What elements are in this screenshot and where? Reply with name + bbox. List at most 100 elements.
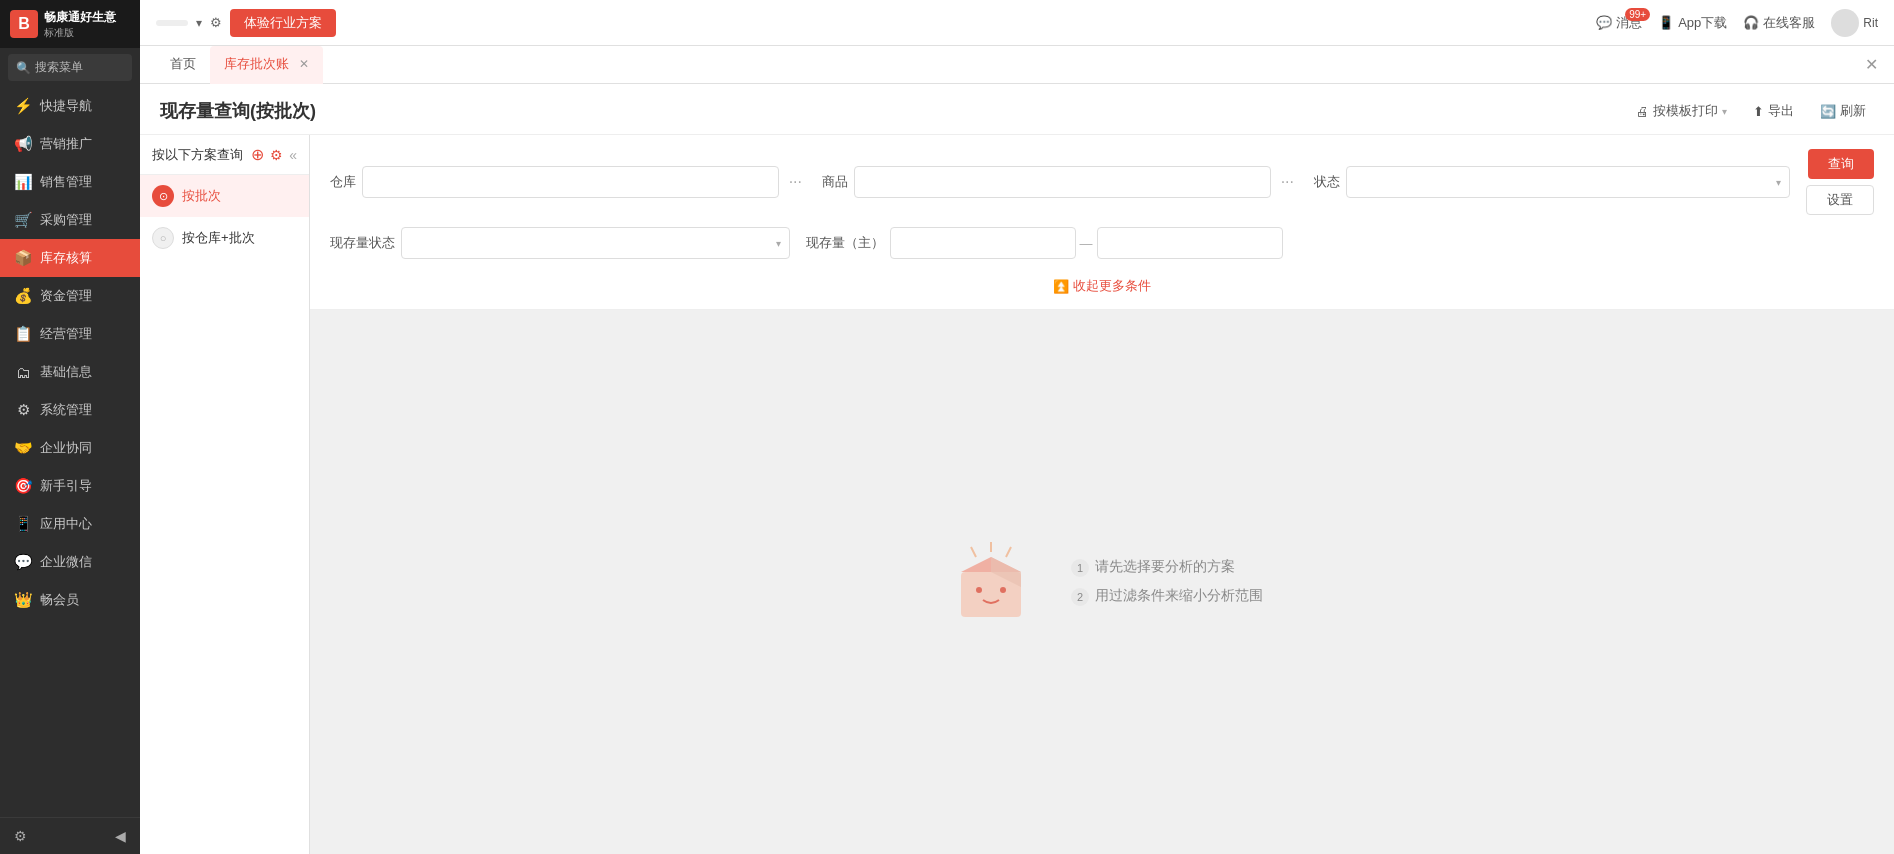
sidebar-item-finance[interactable]: 💰 资金管理 [0,277,140,315]
online-service-label: 在线客服 [1763,14,1815,32]
svg-line-7 [1006,547,1011,557]
warehouse-input[interactable] [362,166,779,198]
quantity-dash: — [1080,236,1093,251]
content-area: 按以下方案查询 ⊕ ⚙ « ⊙ 按批次 ○ 按仓库+批次 [140,135,1894,854]
tab-close-button[interactable]: ✕ [299,57,309,71]
sidebar-item-label: 企业微信 [40,553,92,571]
topbar-right: 💬 消息 99+ 📱 App下载 🎧 在线客服 Rit [1596,9,1878,37]
sidebar-item-newbie[interactable]: 🎯 新手引导 [0,467,140,505]
user-menu-button[interactable]: Rit [1831,9,1878,37]
tab-inventory-batch[interactable]: 库存批次账 ✕ [210,46,323,84]
sidebar-item-enterprise[interactable]: 🤝 企业协同 [0,429,140,467]
hint-text-2: 用过滤条件来缩小分析范围 [1095,587,1263,605]
sidebar-item-label: 资金管理 [40,287,92,305]
sidebar-item-label: 销售管理 [40,173,92,191]
app-download-icon: 📱 [1658,15,1674,30]
app-download-button[interactable]: 📱 App下载 [1658,14,1727,32]
print-icon: 🖨 [1636,104,1649,119]
avatar [1831,9,1859,37]
warehouse-filter: 仓库 ··· [330,166,806,198]
topbar-gear-button[interactable]: ⚙ [210,15,222,30]
sidebar-item-basic[interactable]: 🗂 基础信息 [0,353,140,391]
sidebar-item-system[interactable]: ⚙ 系统管理 [0,391,140,429]
collapse-filters-button[interactable]: ⏫ 收起更多条件 [330,271,1874,295]
topbar-dropdown-button[interactable]: ▾ [196,16,202,30]
sidebar-search[interactable]: 🔍 搜索菜单 [8,54,132,81]
topbar-left: ▾ ⚙ 体验行业方案 [156,9,1586,37]
tab-home[interactable]: 首页 [156,46,210,84]
collapse-sidebar-button[interactable]: ◀ [115,828,126,844]
enterprise-icon: 🤝 [14,439,32,457]
inventory-status-select[interactable]: ▾ [401,227,790,259]
export-button[interactable]: ⬆ 导出 [1745,98,1802,124]
settings-button[interactable]: ⚙ [14,828,27,844]
warehouse-dots[interactable]: ··· [785,173,806,191]
filter-row-2: 现存量状态 ▾ 现存量（主） — [330,227,1874,259]
collapse-label: 收起更多条件 [1073,277,1151,295]
query-button[interactable]: 查询 [1808,149,1874,179]
sidebar-item-operation[interactable]: 📋 经营管理 [0,315,140,353]
sidebar-item-inventory[interactable]: 📦 库存核算 [0,239,140,277]
wechat-icon: 💬 [14,553,32,571]
app-title: 畅康通好生意 [44,9,116,26]
sidebar-nav: ⚡ 快捷导航 📢 营销推广 📊 销售管理 🛒 采购管理 📦 库存核算 💰 资金管… [0,87,140,817]
online-service-button[interactable]: 🎧 在线客服 [1743,14,1815,32]
sidebar-item-label: 采购管理 [40,211,92,229]
sidebar-item-purchase[interactable]: 🛒 采购管理 [0,201,140,239]
inventory-status-chevron-icon: ▾ [776,238,781,249]
settings-button[interactable]: 设置 [1806,185,1874,215]
quantity-main-from[interactable] [890,227,1076,259]
svg-point-4 [1000,587,1006,593]
sidebar-item-marketing[interactable]: 📢 营销推广 [0,125,140,163]
sales-icon: 📊 [14,173,32,191]
purchase-icon: 🛒 [14,211,32,229]
online-service-icon: 🎧 [1743,15,1759,30]
svg-line-5 [971,547,976,557]
empty-text: 1 请先选择要分析的方案 2 用过滤条件来缩小分析范围 [1071,558,1263,606]
newbie-icon: 🎯 [14,477,32,495]
collapse-up-icon: ⏫ [1053,279,1069,294]
main-area: ▾ ⚙ 体验行业方案 💬 消息 99+ 📱 App下载 🎧 在线客服 Rit [140,0,1894,854]
sidebar-item-label: 畅会员 [40,591,79,609]
sidebar-item-sales[interactable]: 📊 销售管理 [0,163,140,201]
refresh-icon: 🔄 [1820,104,1836,119]
sidebar-item-label: 营销推广 [40,135,92,153]
product-label: 商品 [822,173,848,191]
sidebar-item-wechat[interactable]: 💬 企业微信 [0,543,140,581]
status-chevron-icon: ▾ [1776,177,1781,188]
hint-text-1: 请先选择要分析的方案 [1095,558,1235,576]
search-label: 搜索菜单 [35,59,83,76]
scheme-item-by-batch[interactable]: ⊙ 按批次 [140,175,309,217]
messages-icon: 💬 [1596,15,1612,30]
search-icon: 🔍 [16,61,31,75]
sidebar-item-label: 应用中心 [40,515,92,533]
add-scheme-button[interactable]: ⊕ [251,145,264,164]
scheme-icon-by-batch: ⊙ [152,185,174,207]
collapse-panel-button[interactable]: « [289,147,297,163]
scheme-icon-by-warehouse-batch: ○ [152,227,174,249]
messages-button[interactable]: 💬 消息 99+ [1596,14,1642,32]
sidebar-item-apps[interactable]: 📱 应用中心 [0,505,140,543]
apps-icon: 📱 [14,515,32,533]
product-input[interactable] [854,166,1271,198]
quantity-main-to[interactable] [1097,227,1283,259]
print-template-button[interactable]: 🖨 按模板打印 ▾ [1628,98,1735,124]
product-dots[interactable]: ··· [1277,173,1298,191]
refresh-button[interactable]: 🔄 刷新 [1812,98,1874,124]
left-panel-header: 按以下方案查询 ⊕ ⚙ « [140,135,309,175]
sidebar-item-label: 库存核算 [40,249,92,267]
sidebar-item-member[interactable]: 👑 畅会员 [0,581,140,619]
close-all-tabs-button[interactable]: ✕ [1865,55,1878,74]
scheme-label-by-warehouse-batch: 按仓库+批次 [182,229,255,247]
sidebar-item-quick-nav[interactable]: ⚡ 快捷导航 [0,87,140,125]
manage-scheme-button[interactable]: ⚙ [270,147,283,163]
sidebar-item-label: 系统管理 [40,401,92,419]
member-icon: 👑 [14,591,32,609]
left-panel-actions: ⊕ ⚙ « [251,145,297,164]
tab-bar: 首页 库存批次账 ✕ ✕ [140,46,1894,84]
status-select[interactable]: ▾ [1346,166,1790,198]
right-panel: 仓库 ··· 商品 ··· 状态 ▾ [310,135,1894,854]
scheme-item-by-warehouse-batch[interactable]: ○ 按仓库+批次 [140,217,309,259]
breadcrumb [156,20,188,26]
experience-button[interactable]: 体验行业方案 [230,9,336,37]
